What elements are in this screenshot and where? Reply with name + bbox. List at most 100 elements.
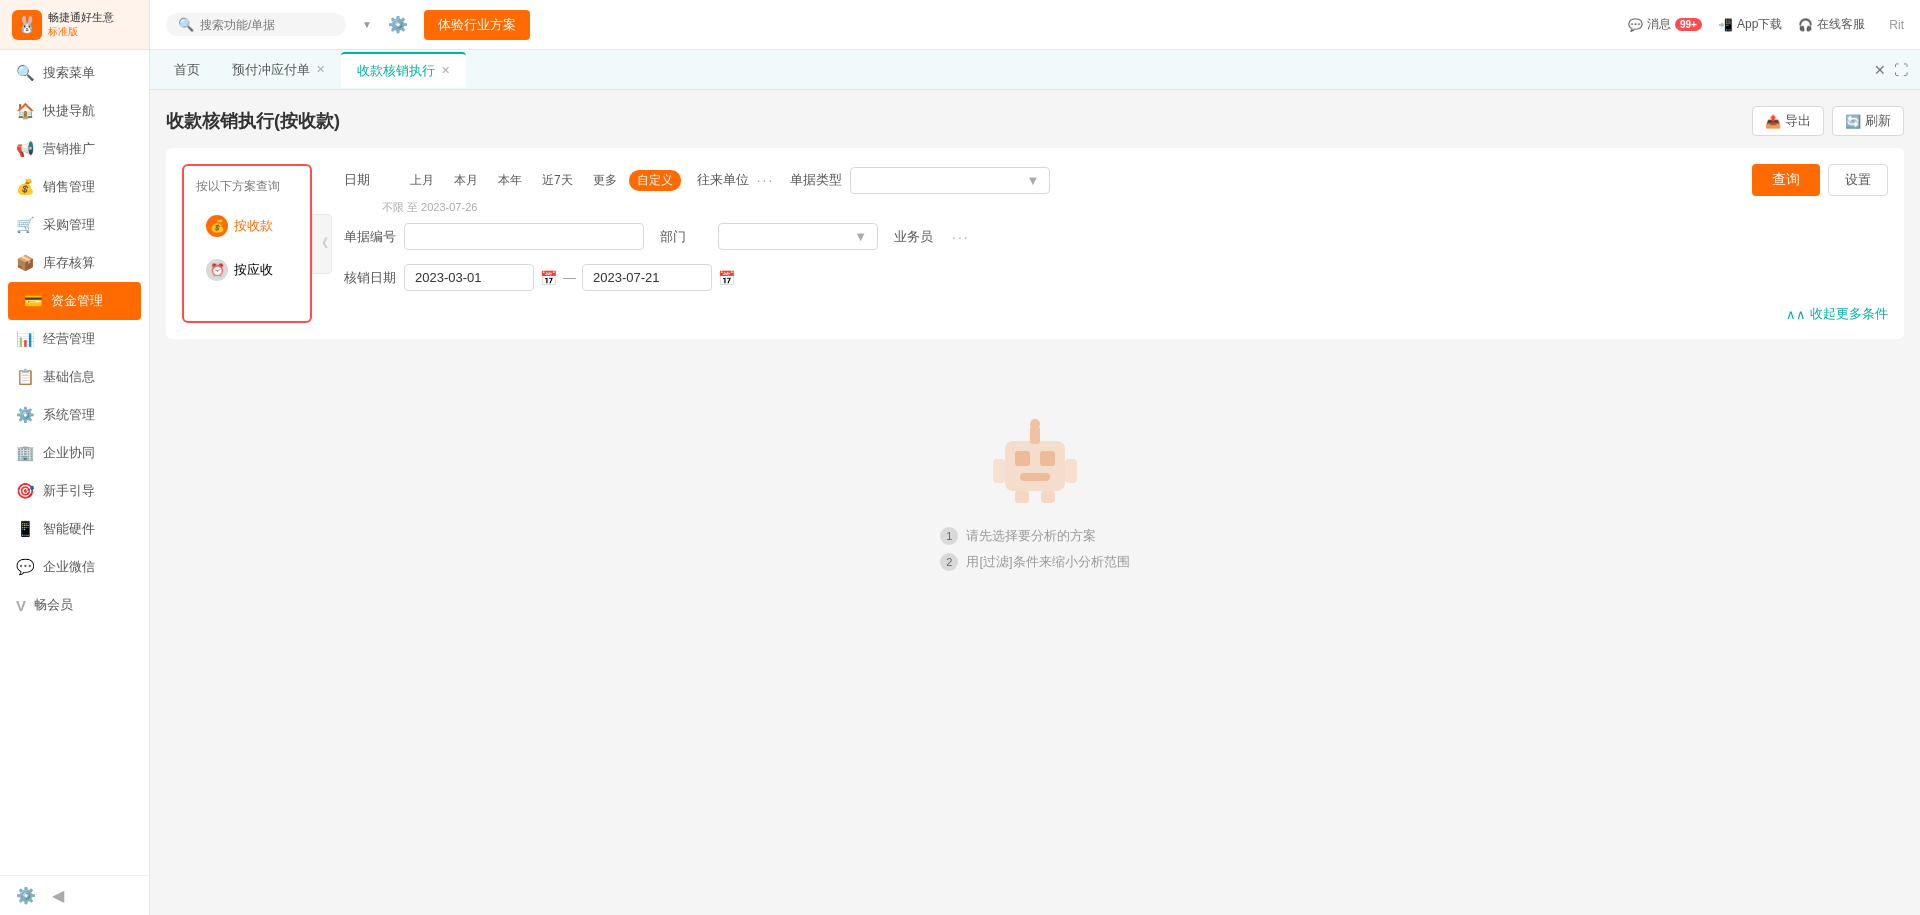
svg-rect-6 (993, 459, 1005, 483)
query-row-1: 日期 上月 本月 本年 近7天 更多 自定义 往来单位 ··· (344, 164, 1888, 196)
enterprise-icon: 🏢 (16, 444, 35, 462)
topbar-gear-icon[interactable]: ⚙️ (388, 15, 408, 34)
tab-close-all-icon[interactable]: ✕ (1874, 62, 1886, 78)
refresh-icon: 🔄 (1845, 114, 1861, 129)
tip-1-num: 1 (940, 527, 958, 545)
sidebar-item-smart-hw[interactable]: 📱智能硬件 (0, 510, 149, 548)
sidebar-label-guide: 新手引导 (43, 482, 95, 500)
tab-home[interactable]: 首页 (158, 53, 216, 87)
empty-tips: 1 请先选择要分析的方案 2 用[过滤]条件来缩小分析范围 (940, 527, 1129, 571)
query-option-panel: 按以下方案查询 💰 按收款 ⏰ 按应收 (182, 164, 312, 323)
shortcut-more[interactable]: 更多 (585, 170, 625, 191)
sidebar-item-marketing[interactable]: 📢营销推广 (0, 130, 149, 168)
message-action[interactable]: 💬 消息 99+ (1628, 16, 1702, 33)
writeoff-start-calendar-icon[interactable]: 📅 (540, 270, 557, 286)
home-icon: 🏠 (16, 102, 35, 120)
query-option-by-collection[interactable]: 💰 按收款 (196, 209, 298, 243)
page-header: 收款核销执行(按收款) 📤 导出 🔄 刷新 (166, 106, 1904, 136)
tabbar-actions: ✕ ⛶ (1874, 62, 1912, 78)
query-area: 按以下方案查询 💰 按收款 ⏰ 按应收 《 日期 (166, 148, 1904, 339)
sidebar-item-system[interactable]: ⚙️系统管理 (0, 396, 149, 434)
sidebar-label-system: 系统管理 (43, 406, 95, 424)
counterparty-dots-btn[interactable]: ··· (757, 172, 775, 188)
operations-icon: 📊 (16, 330, 35, 348)
customer-service-action[interactable]: 🎧 在线客服 (1798, 16, 1865, 33)
tab-expand-icon[interactable]: ⛶ (1894, 62, 1908, 78)
search-box[interactable]: 🔍 (166, 13, 346, 36)
writeoff-date-field: 核销日期 📅 — 📅 (344, 264, 735, 291)
query-option-by-receivable[interactable]: ⏰ 按应收 (196, 253, 298, 287)
sidebar-item-inventory[interactable]: 📦库存核算 (0, 244, 149, 282)
date-separator: — (563, 270, 576, 285)
tab-home-label: 首页 (174, 61, 200, 79)
query-row-2: 单据编号 部门 ▼ 业务员 ··· (344, 223, 1888, 250)
salesperson-field: 业务员 ··· (894, 228, 970, 246)
settings-bottom-icon[interactable]: ⚙️ (16, 886, 36, 905)
collapse-left-panel-btn[interactable]: 《 (312, 214, 332, 274)
dept-field: 部门 ▼ (660, 223, 878, 250)
sidebar-item-weixin[interactable]: 💬 企业微信 (0, 548, 149, 586)
tab-prepay-close[interactable]: ✕ (316, 63, 325, 76)
date-field: 日期 上月 本月 本年 近7天 更多 自定义 (344, 170, 681, 191)
refresh-button[interactable]: 🔄 刷新 (1832, 106, 1904, 136)
sidebar-item-finance[interactable]: 💳资金管理 (8, 282, 141, 320)
solution-button[interactable]: 体验行业方案 (424, 10, 530, 40)
sidebar-label-marketing: 营销推广 (43, 140, 95, 158)
search-dropdown-icon[interactable]: ▼ (362, 19, 372, 30)
sidebar-item-purchase[interactable]: 🛒采购管理 (0, 206, 149, 244)
date-shortcuts: 上月 本月 本年 近7天 更多 自定义 (402, 170, 681, 191)
sidebar-item-sales[interactable]: 💰销售管理 (0, 168, 149, 206)
sidebar-item-quick-nav[interactable]: 🏠 快捷导航 (0, 92, 149, 130)
settings-button[interactable]: 设置 (1828, 164, 1888, 196)
search-input[interactable] (200, 18, 320, 32)
shortcut-this-month[interactable]: 本月 (446, 170, 486, 191)
sidebar-item-operations[interactable]: 📊经营管理 (0, 320, 149, 358)
app-edition: 标准版 (48, 25, 114, 39)
empty-state-illustration (985, 411, 1085, 511)
shortcut-last-month[interactable]: 上月 (402, 170, 442, 191)
svg-rect-7 (1065, 459, 1077, 483)
sidebar-item-basic-info[interactable]: 📋基础信息 (0, 358, 149, 396)
writeoff-date-start-input[interactable] (404, 264, 534, 291)
query-button[interactable]: 查询 (1752, 164, 1820, 196)
page-content: 收款核销执行(按收款) 📤 导出 🔄 刷新 按以下方案查询 💰 (150, 90, 1920, 915)
shortcut-this-year[interactable]: 本年 (490, 170, 530, 191)
writeoff-date-range: 📅 — 📅 (404, 264, 735, 291)
weixin-icon: 💬 (16, 558, 35, 576)
tab-prepay[interactable]: 预付冲应付单 ✕ (216, 53, 341, 87)
user-name[interactable]: Rit (1889, 18, 1904, 32)
collapse-sidebar-icon[interactable]: ◀ (52, 886, 64, 905)
salesperson-dots-btn[interactable]: ··· (952, 229, 970, 245)
sidebar-item-search[interactable]: 🔍 搜索菜单 (0, 54, 149, 92)
shortcut-custom[interactable]: 自定义 (629, 170, 681, 191)
search-icon: 🔍 (16, 64, 35, 82)
shortcut-7days[interactable]: 近7天 (534, 170, 581, 191)
sidebar-item-enterprise[interactable]: 🏢企业协同 (0, 434, 149, 472)
svg-rect-9 (1041, 491, 1055, 503)
sidebar-label-search: 搜索菜单 (43, 64, 95, 82)
export-button[interactable]: 📤 导出 (1752, 106, 1824, 136)
collapse-conditions-btn[interactable]: ∧∧ 收起更多条件 (344, 305, 1888, 323)
tabbar: 首页 预付冲应付单 ✕ 收款核销执行 ✕ ✕ ⛶ (150, 50, 1920, 90)
app-download-action[interactable]: 📲 App下载 (1718, 16, 1782, 33)
sidebar-item-guide[interactable]: 🎯新手引导 (0, 472, 149, 510)
customer-service-label: 在线客服 (1817, 16, 1865, 33)
sidebar-label-member: 畅会员 (34, 596, 73, 614)
sidebar-label-weixin: 企业微信 (43, 558, 95, 576)
doc-number-input[interactable] (404, 223, 644, 250)
sidebar-menu: 🔍 搜索菜单 🏠 快捷导航 📢营销推广 💰销售管理 🛒采购管理 📦库存核算 💳资金管… (0, 50, 149, 875)
sidebar-bottom: ⚙️ ◀ (0, 875, 149, 915)
sidebar-item-member[interactable]: V畅会员 (0, 586, 149, 624)
writeoff-end-calendar-icon[interactable]: 📅 (718, 270, 735, 286)
sidebar: 🐰 畅捷通好生意 标准版 🔍搜索菜单 🏠快捷导航 📢营销推广 💰销售管理 🛒采购… (0, 0, 150, 915)
doc-type-select[interactable]: ▼ (850, 167, 1050, 194)
page-title: 收款核销执行(按收款) (166, 109, 340, 133)
dept-select[interactable]: ▼ (718, 223, 878, 250)
main-area: 🔍 ▼ ⚙️ 体验行业方案 💬 消息 99+ 📲 App下载 🎧 在线客服 Ri… (150, 0, 1920, 915)
salesperson-label: 业务员 (894, 228, 944, 246)
tab-collection[interactable]: 收款核销执行 ✕ (341, 52, 466, 88)
writeoff-date-end-input[interactable] (582, 264, 712, 291)
sidebar-label-quick-nav: 快捷导航 (43, 102, 95, 120)
sales-icon: 💰 (16, 178, 35, 196)
tab-collection-close[interactable]: ✕ (441, 64, 450, 77)
